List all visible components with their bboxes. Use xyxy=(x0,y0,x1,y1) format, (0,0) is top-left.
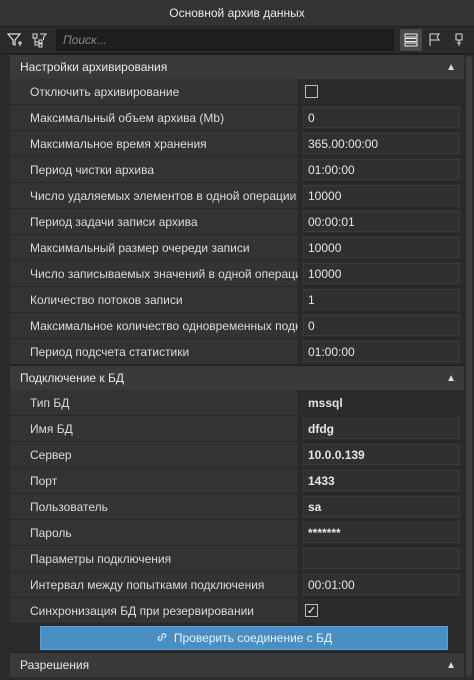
archive-settings-window: Основной архив данных Поиск... Настройки… xyxy=(0,0,474,680)
retry-interval-field[interactable]: 00:01:00 xyxy=(303,574,460,595)
row-password: Пароль ******* xyxy=(10,520,464,546)
row-label: Максимальный размер очереди записи xyxy=(10,235,299,260)
row-label: Параметры подключения xyxy=(10,546,299,571)
row-port: Порт 1433 xyxy=(10,468,464,494)
password-field[interactable]: ******* xyxy=(303,522,460,543)
row-db-sync: Синхронизация БД при резервировании ✓ xyxy=(10,598,464,624)
row-label: Число записываемых значений в одной опер… xyxy=(10,261,299,286)
row-label: Период подсчета статистики xyxy=(10,339,299,364)
list-view-icon[interactable] xyxy=(400,29,422,51)
tree-filter-icon[interactable] xyxy=(28,29,50,51)
row-label: Интервал между попытками подключения xyxy=(10,572,299,597)
row-retry-interval: Интервал между попытками подключения 00:… xyxy=(10,572,464,598)
row-write-count: Число записываемых значений в одной опер… xyxy=(10,261,464,287)
row-label: Максимальный объем архива (Mb) xyxy=(10,105,299,130)
row-label: Период чистки архива xyxy=(10,157,299,182)
row-user: Пользователь sa xyxy=(10,494,464,520)
section-permissions-header[interactable]: Разрешения ▲ xyxy=(10,652,464,677)
row-label: Пользователь xyxy=(10,494,299,519)
row-label: Количество потоков записи xyxy=(10,287,299,312)
row-connection-params: Параметры подключения xyxy=(10,546,464,572)
row-label: Период задачи записи архива xyxy=(10,209,299,234)
max-retention-field[interactable]: 365.00:00:00 xyxy=(303,133,460,154)
max-archive-size-field[interactable]: 0 xyxy=(303,107,460,128)
properties-panel[interactable]: Настройки архивирования ▲ Отключить архи… xyxy=(0,54,464,680)
section-archiving-header[interactable]: Настройки архивирования ▲ xyxy=(10,54,464,79)
delete-count-field[interactable]: 10000 xyxy=(303,185,460,206)
row-delete-count: Число удаляемых элементов в одной операц… xyxy=(10,183,464,209)
toolbar: Поиск... xyxy=(0,27,474,54)
row-label: Пароль xyxy=(10,520,299,545)
row-db-type: Тип БД mssql xyxy=(10,390,464,416)
archiving-rows: Отключить архивирование Максимальный объ… xyxy=(10,79,464,365)
write-count-field[interactable]: 10000 xyxy=(303,263,460,284)
db-name-field[interactable]: dfdg xyxy=(303,418,460,439)
link-icon xyxy=(156,631,168,646)
filter-icon[interactable] xyxy=(4,29,26,51)
row-max-retention: Максимальное время хранения 365.00:00:00 xyxy=(10,131,464,157)
row-label: Тип БД xyxy=(10,390,299,415)
section-db-header[interactable]: Подключение к БД ▲ xyxy=(10,365,464,390)
check-button-row: Проверить соединение с БД xyxy=(10,624,464,652)
row-max-archive-size: Максимальный объем архива (Mb) 0 xyxy=(10,105,464,131)
row-label: Имя БД xyxy=(10,416,299,441)
row-label: Максимальное количество одновременных по… xyxy=(10,313,299,338)
check-connection-label: Проверить соединение с БД xyxy=(173,631,333,645)
row-write-task-period: Период задачи записи архива 00:00:01 xyxy=(10,209,464,235)
row-thread-count: Количество потоков записи 1 xyxy=(10,287,464,313)
user-field[interactable]: sa xyxy=(303,496,460,517)
chevron-up-icon[interactable]: ▲ xyxy=(446,660,456,671)
row-label: Отключить архивирование xyxy=(10,79,299,104)
row-label: Порт xyxy=(10,468,299,493)
cleanup-period-field[interactable]: 01:00:00 xyxy=(303,159,460,180)
max-queue-field[interactable]: 10000 xyxy=(303,237,460,258)
check-connection-button[interactable]: Проверить соединение с БД xyxy=(40,626,448,650)
row-cleanup-period: Период чистки архива 01:00:00 xyxy=(10,157,464,183)
section-title: Настройки архивирования xyxy=(20,60,168,74)
chevron-up-icon[interactable]: ▲ xyxy=(446,373,456,384)
row-db-name: Имя БД dfdg xyxy=(10,416,464,442)
window-title: Основной архив данных xyxy=(0,0,474,27)
disable-archiving-checkbox[interactable] xyxy=(305,85,318,98)
vertical-scrollbar[interactable] xyxy=(464,54,474,680)
db-type-value[interactable]: mssql xyxy=(303,392,460,413)
port-field[interactable]: 1433 xyxy=(303,470,460,491)
write-task-period-field[interactable]: 00:00:01 xyxy=(303,211,460,232)
row-max-connections: Максимальное количество одновременных по… xyxy=(10,313,464,339)
section-title: Разрешения xyxy=(20,658,90,672)
thread-count-field[interactable]: 1 xyxy=(303,289,460,310)
row-disable-archiving: Отключить архивирование xyxy=(10,79,464,105)
section-title: Подключение к БД xyxy=(20,371,125,385)
chevron-up-icon[interactable]: ▲ xyxy=(446,62,456,73)
row-label: Сервер xyxy=(10,442,299,467)
row-server: Сервер 10.0.0.139 xyxy=(10,442,464,468)
row-label: Максимальное время хранения xyxy=(10,131,299,156)
flag-icon[interactable] xyxy=(424,29,446,51)
db-sync-checkbox[interactable]: ✓ xyxy=(305,604,318,617)
pin-icon[interactable] xyxy=(448,29,470,51)
server-field[interactable]: 10.0.0.139 xyxy=(303,444,460,465)
max-connections-field[interactable]: 0 xyxy=(303,315,460,336)
stats-period-field[interactable]: 01:00:00 xyxy=(303,341,460,362)
row-label: Число удаляемых элементов в одной операц… xyxy=(10,183,299,208)
row-stats-period: Период подсчета статистики 01:00:00 xyxy=(10,339,464,365)
row-max-queue: Максимальный размер очереди записи 10000 xyxy=(10,235,464,261)
db-rows: Тип БД mssql Имя БД dfdg Сервер 10.0.0.1… xyxy=(10,390,464,624)
row-label: Синхронизация БД при резервировании xyxy=(10,598,299,623)
scrollbar-thumb[interactable] xyxy=(466,56,472,676)
search-input[interactable]: Поиск... xyxy=(56,29,394,51)
connection-params-field[interactable] xyxy=(303,548,460,569)
